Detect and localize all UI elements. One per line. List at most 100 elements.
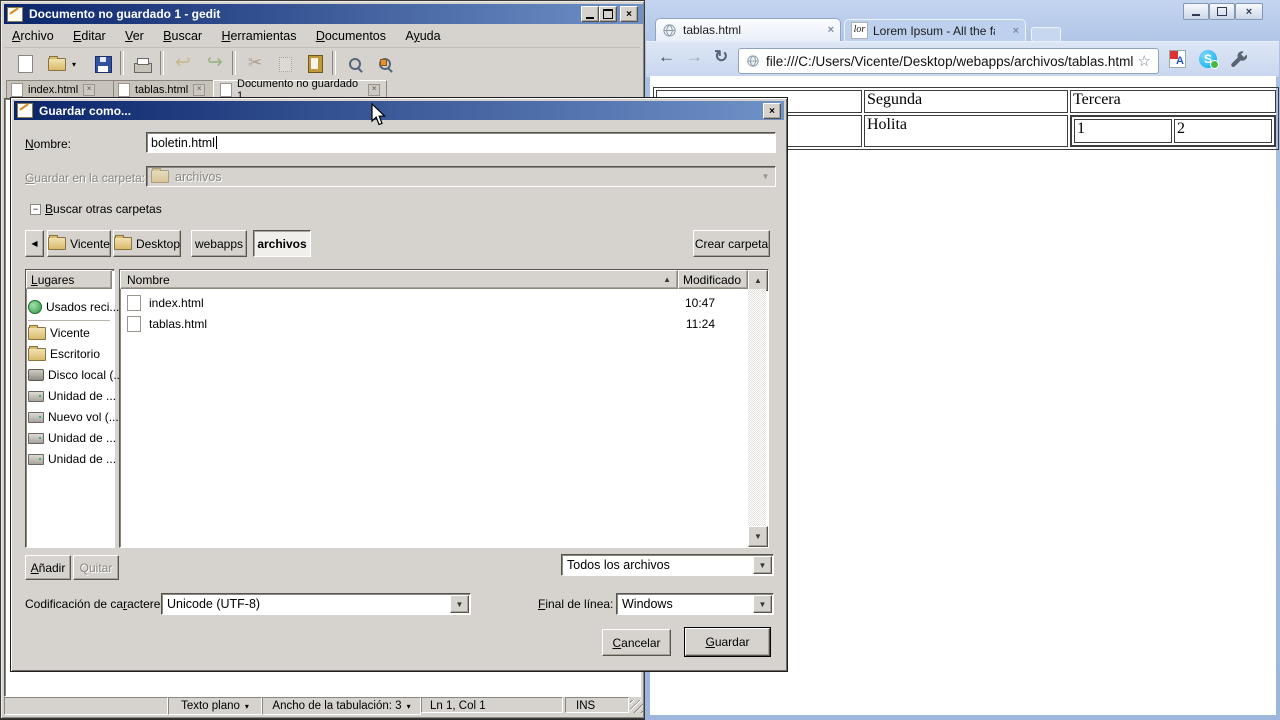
scroll-down-button[interactable]: ▼ [748,526,768,547]
maximize-button[interactable] [599,6,617,22]
expander-label[interactable]: Buscar otras carpetas [45,202,162,216]
menu-buscar[interactable]: Buscar [155,26,210,47]
file-row-index[interactable]: index.html 10:47 [121,293,747,313]
dialog-close-button[interactable]: × [763,103,781,119]
scroll-up-button[interactable]: ▲ [748,270,768,291]
place-escritorio[interactable]: Escritorio [28,344,100,364]
open-button[interactable] [44,51,70,77]
menu-archivo[interactable]: Archivo [4,26,62,47]
gedit-titlebar[interactable]: Documento no guardado 1 - gedit × [4,4,643,24]
file-filter-combo[interactable]: Todos los archivos ▼ [561,554,774,576]
status-language-dropdown[interactable]: Texto plano ▾ [168,697,262,715]
tab-close-icon[interactable]: × [1013,25,1019,37]
minimize-icon [586,16,594,19]
cut-button[interactable]: ✂ [242,50,268,76]
place-unidad-2[interactable]: Unidad de ... [28,428,116,448]
search-button[interactable] [342,51,368,77]
table-cell: 2 [1174,119,1272,143]
breadcrumb-webapps[interactable]: webapps [191,230,247,257]
gedit-menubar: Archivo Editar Ver Buscar Herramientas D… [4,26,640,48]
browser-close-button[interactable]: × [1235,3,1263,20]
browser-maximize-button[interactable] [1209,3,1235,20]
filename-input[interactable]: boletin.html [146,132,776,153]
cancel-button[interactable]: Cancelar [602,629,671,656]
breadcrumb-archivos[interactable]: archivos [253,230,311,257]
menu-ver[interactable]: Ver [117,26,152,47]
bookmark-star-icon[interactable]: ☆ [1138,52,1151,70]
place-disco-local[interactable]: Disco local (... [28,365,123,385]
disk-drive-icon [28,432,44,444]
encoding-combo[interactable]: Unicode (UTF-8) ▼ [161,593,471,615]
paste-button[interactable] [302,51,328,77]
new-document-button[interactable] [12,51,38,77]
skype-extension-icon[interactable]: S [1199,50,1219,69]
column-header-nombre[interactable]: Nombre ▲ [120,270,678,289]
text-caret [215,136,217,149]
status-insert-mode: INS [565,697,629,713]
search-replace-icon [379,58,391,70]
place-unidad-3[interactable]: Unidad de ... [28,449,116,469]
wrench-tools-icon[interactable] [1230,50,1248,68]
back-button[interactable]: ← [658,47,675,67]
print-button[interactable] [130,51,156,77]
toolbar-separator [160,51,164,75]
place-nuevo-vol[interactable]: Nuevo vol (... [28,407,119,427]
menu-herramientas[interactable]: Herramientas [213,26,304,47]
add-button[interactable]: Añadir [25,555,71,580]
create-folder-button[interactable]: Crear carpeta [693,230,770,257]
translate-letter: A [1176,55,1184,67]
gedit-statusbar: Texto plano ▾ Ancho de la tabulación: 3 … [4,697,643,715]
dialog-titlebar[interactable]: Guardar como... × [14,101,784,120]
tab-index-html[interactable]: index.html × [6,80,120,98]
column-header-modificado[interactable]: Modificado [678,270,748,289]
address-bar[interactable]: file:///C:/Users/Vicente/Desktop/webapps… [738,48,1159,74]
recent-places-icon [28,300,42,314]
breadcrumb-vicente[interactable]: Vicente [47,230,111,257]
browser-tab-tablas[interactable]: tablas.html × [655,18,841,41]
menu-documentos[interactable]: Documentos [308,26,394,47]
table-cell: Tercera [1070,90,1276,113]
menu-editar[interactable]: Editar [65,26,114,47]
status-tabwidth-dropdown[interactable]: Ancho de la tabulación: 3 ▾ [262,697,421,715]
table-cell: 1 [1074,119,1172,143]
close-button[interactable]: × [620,6,638,22]
browser-tab-lorem[interactable]: lor Lorem Ipsum - All the facts - Li × [844,19,1026,41]
translate-extension-icon[interactable]: A [1169,50,1186,68]
dropdown-icon[interactable]: ▼ [753,556,772,574]
save-button[interactable] [90,51,116,77]
menu-ayuda[interactable]: Ayuda [397,26,448,47]
copy-button[interactable] [272,51,298,77]
reload-button[interactable]: ↻ [714,47,728,67]
file-row-tablas[interactable]: tablas.html 11:24 [121,314,747,334]
places-header[interactable]: Lugares [26,270,112,289]
resize-grip[interactable] [630,700,643,713]
scrollbar-track[interactable] [748,289,766,526]
save-button[interactable]: Guardar [684,627,771,657]
new-tab-button[interactable] [1031,27,1061,42]
minimize-button[interactable] [581,6,599,22]
breadcrumb-back-button[interactable]: ◀ [25,230,44,257]
tab-close-icon[interactable]: × [828,24,834,36]
tab-close-icon[interactable]: × [368,84,380,96]
breadcrumb-desktop[interactable]: Desktop [113,230,181,257]
tab-close-icon[interactable]: × [193,83,206,96]
place-unidad-1[interactable]: Unidad de ... [28,386,116,406]
browser-minimize-button[interactable] [1183,3,1209,20]
gedit-app-icon [17,103,33,118]
maximize-icon [1217,7,1227,16]
open-dropdown-button[interactable]: ▾ [72,60,76,69]
undo-button[interactable]: ↩ [170,49,196,75]
folder-icon [28,345,46,361]
tab-close-icon[interactable]: × [83,83,96,96]
tab-tablas-html[interactable]: tablas.html × [113,80,220,98]
line-ending-combo[interactable]: Windows ▼ [616,593,774,615]
nested-table: 1 2 [1071,116,1275,146]
dropdown-icon[interactable]: ▼ [753,595,772,613]
search-replace-button[interactable] [372,51,398,77]
dropdown-icon[interactable]: ▼ [450,595,469,613]
table-row: 1 2 [1074,119,1272,143]
place-vicente[interactable]: Vicente [28,323,90,343]
redo-button[interactable]: ↪ [202,49,228,75]
expander-toggle[interactable]: − [30,204,41,215]
place-recently-used[interactable]: Usados reci... [28,297,119,317]
